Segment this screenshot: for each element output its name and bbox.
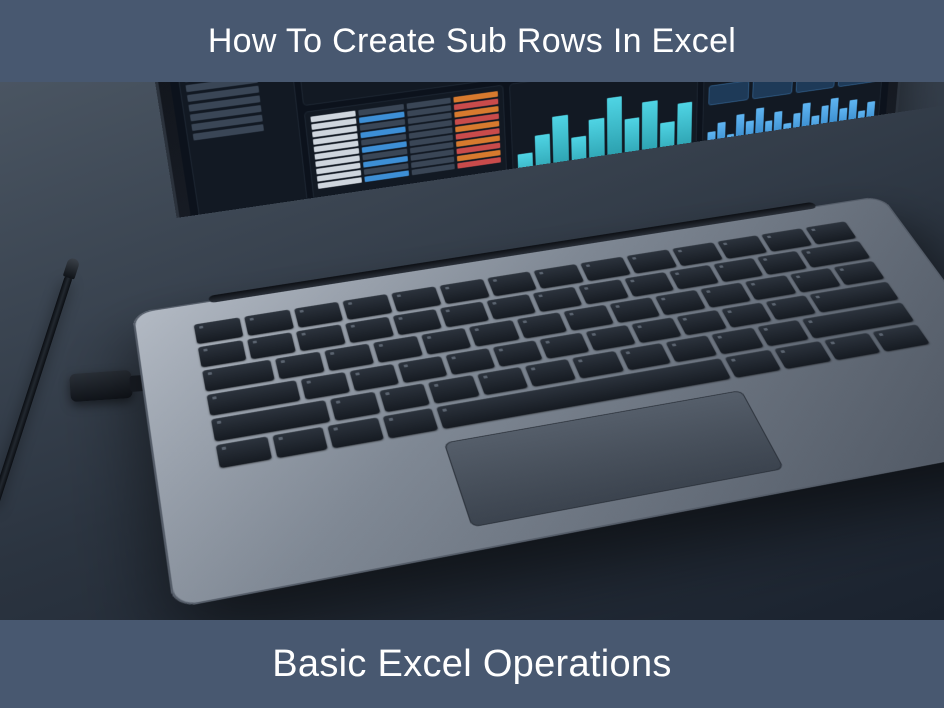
laptop [66, 137, 944, 620]
header-title: How To Create Sub Rows In Excel [208, 22, 736, 61]
panel-widgets [700, 82, 886, 218]
pen-prop [0, 275, 73, 506]
hero-illustration [0, 82, 944, 620]
header-banner: How To Create Sub Rows In Excel [0, 0, 944, 82]
trackpad [444, 390, 785, 527]
footer-banner: Basic Excel Operations [0, 620, 944, 708]
footer-title: Basic Excel Operations [272, 643, 671, 686]
panel-datatable2 [304, 85, 510, 277]
panel-rowlist [156, 82, 316, 294]
panel-minibars [509, 82, 699, 246]
